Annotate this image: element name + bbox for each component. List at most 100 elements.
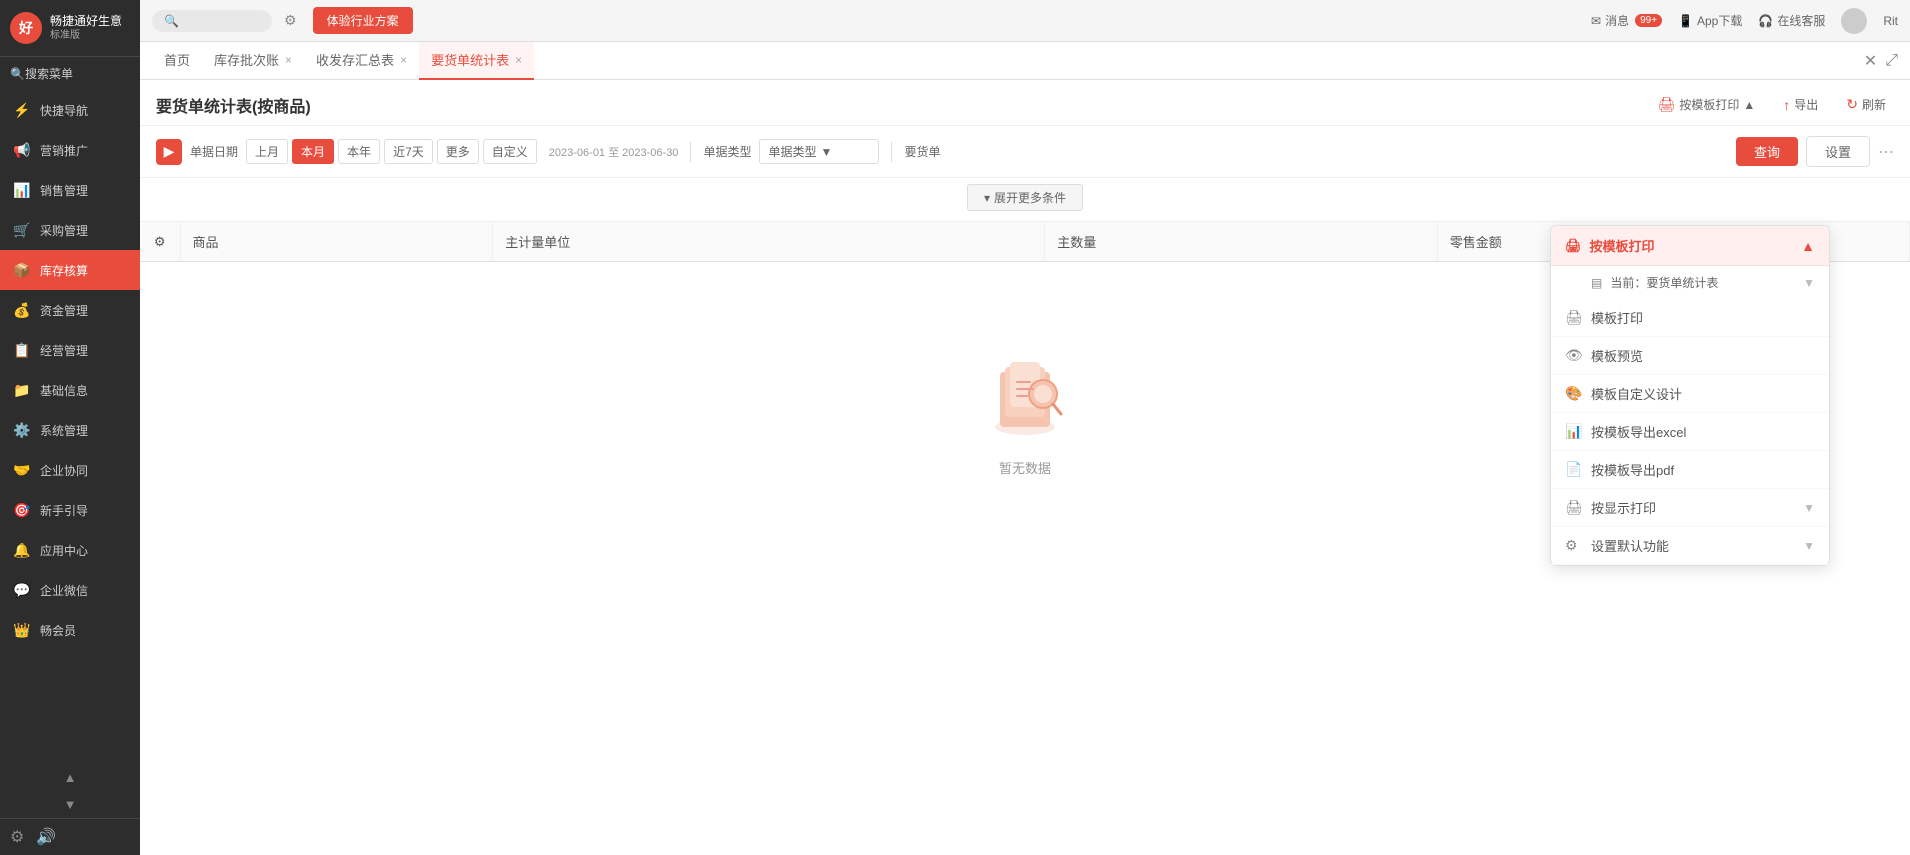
dropdown-current-item[interactable]: ▤ 当前：要货单统计表 ▼ [1551, 266, 1829, 299]
sidebar-item-enterprise[interactable]: 🤝 企业协同 [0, 450, 140, 490]
chevron-down-icon: ▼ [820, 145, 832, 159]
template-preview-icon: 👁 [1565, 347, 1581, 364]
dropdown-item-template-print[interactable]: 🖨 模板打印 [1551, 299, 1829, 337]
dropdown-item-template-excel[interactable]: 📊 按模板导出excel [1551, 413, 1829, 451]
print-header-icon: 🖨 [1565, 238, 1582, 254]
user-avatar[interactable] [1841, 8, 1867, 34]
refresh-btn[interactable]: ↻ 刷新 [1838, 92, 1894, 117]
date-btn-this-year[interactable]: 本年 [338, 139, 380, 164]
app-logo-text: 畅捷通好生意 标准版 [50, 13, 122, 44]
sidebar-logo: 好 畅捷通好生意 标准版 [0, 0, 140, 57]
tab-home[interactable]: 首页 [152, 42, 202, 80]
sidebar-item-member[interactable]: 👑 畅会员 [0, 610, 140, 650]
app-download-btn[interactable]: 📱 App下载 [1678, 12, 1742, 29]
date-btn-last-month[interactable]: 上月 [246, 139, 288, 164]
sidebar-settings-icon[interactable]: ⚙ [10, 827, 24, 847]
template-print-icon: 🖨 [1565, 309, 1581, 326]
tab-close-all-icon[interactable]: ✕ [1864, 51, 1877, 71]
set-default-icon: ⚙ [1565, 537, 1581, 554]
filter-divider2 [891, 142, 892, 162]
sidebar-item-shortcut[interactable]: ⚡ 快捷导航 [0, 90, 140, 130]
main-area: 🔍 ⚙ 体验行业方案 ✉ 消息 99+ 📱 App下载 🎧 在线客服 Rit [140, 0, 1910, 855]
filter-row2: ▾ 展开更多条件 [140, 178, 1910, 222]
page-title: 要货单统计表(按商品) [156, 93, 311, 117]
tab-collection[interactable]: 收发存汇总表 × [304, 42, 419, 80]
printer-icon: 🖨 [1658, 96, 1676, 113]
app-download-icon: 📱 [1678, 14, 1693, 28]
col-goods: 商品 [180, 222, 493, 262]
template-pdf-icon: 📄 [1565, 461, 1581, 478]
messages-badge: 99+ [1635, 14, 1662, 27]
sidebar-item-marketing[interactable]: 📢 营销推广 [0, 130, 140, 170]
top-bar: 🔍 ⚙ 体验行业方案 ✉ 消息 99+ 📱 App下载 🎧 在线客服 Rit [140, 0, 1910, 42]
sidebar-item-wechat[interactable]: 💬 企业微信 [0, 570, 140, 610]
col-unit: 主计量单位 [493, 222, 1045, 262]
expand-more-icon: ▾ [984, 191, 990, 205]
date-buttons: 上月 本月 本年 近7天 更多 自定义 [246, 139, 537, 164]
date-btn-7days[interactable]: 近7天 [384, 139, 433, 164]
dropdown-item-template-preview[interactable]: 👁 模板预览 [1551, 337, 1829, 375]
sidebar-item-finance[interactable]: 💰 资金管理 [0, 290, 140, 330]
date-btn-custom[interactable]: 自定义 [483, 139, 537, 164]
tab-batch[interactable]: 库存批次账 × [202, 42, 304, 80]
sidebar-search-item[interactable]: 🔍 搜索菜单 [0, 57, 140, 90]
messages-btn[interactable]: ✉ 消息 99+ [1591, 12, 1662, 29]
sidebar-item-system[interactable]: ⚙️ 系统管理 [0, 410, 140, 450]
type-select[interactable]: 单据类型 ▼ [759, 139, 879, 164]
current-expand-icon: ▼ [1803, 276, 1815, 290]
print-dropdown-icon: ▲ [1743, 98, 1755, 112]
sidebar-item-basic[interactable]: 📁 基础信息 [0, 370, 140, 410]
tab-collection-close[interactable]: × [400, 53, 407, 67]
sidebar-item-sales[interactable]: 📊 销售管理 [0, 170, 140, 210]
top-bar-right: ✉ 消息 99+ 📱 App下载 🎧 在线客服 Rit [1591, 8, 1898, 34]
tab-order-stats-close[interactable]: × [515, 53, 522, 67]
sidebar-sound-icon[interactable]: 🔊 [36, 827, 56, 847]
page-header: 要货单统计表(按商品) 🖨 按模板打印 ▲ ↑ 导出 ↻ 刷新 [140, 80, 1910, 126]
col-quantity: 主数量 [1045, 222, 1438, 262]
sidebar-item-inventory[interactable]: 📦 库存核算 [0, 250, 140, 290]
print-dropdown-menu: 🖨 按模板打印 ▲ ▤ 当前：要货单统计表 ▼ 🖨 模板打印 👁 模板预览 🎨 [1550, 225, 1830, 566]
tab-bar: 首页 库存批次账 × 收发存汇总表 × 要货单统计表 × ✕ ⤢ [140, 42, 1910, 80]
date-btn-more[interactable]: 更多 [437, 139, 479, 164]
settings-icon[interactable]: ⚙ [284, 12, 297, 29]
expand-more-btn[interactable]: ▾ 展开更多条件 [967, 184, 1083, 211]
query-btn[interactable]: 查询 [1736, 137, 1798, 166]
sidebar-nav: ⚡ 快捷导航 📢 营销推广 📊 销售管理 🛒 采购管理 📦 库存核算 💰 资金管… [0, 90, 140, 764]
dropdown-item-template-design[interactable]: 🎨 模板自定义设计 [1551, 375, 1829, 413]
print-template-btn[interactable]: 🖨 按模板打印 ▲ [1650, 92, 1764, 117]
date-btn-this-month[interactable]: 本月 [292, 139, 334, 164]
dropdown-section-display-print[interactable]: 🖨 按显示打印 ▼ [1551, 489, 1829, 527]
tab-batch-close[interactable]: × [285, 53, 292, 67]
sidebar-item-newbie[interactable]: 🎯 新手引导 [0, 490, 140, 530]
filter-toggle-btn[interactable]: ▶ [156, 139, 182, 165]
date-range-display: 2023-06-01 至 2023-06-30 [549, 144, 679, 160]
template-design-icon: 🎨 [1565, 385, 1581, 402]
filter-row: ▶ 单据日期 上月 本月 本年 近7天 更多 自定义 2023-06-01 至 … [140, 126, 1910, 178]
sidebar-item-operations[interactable]: 📋 经营管理 [0, 330, 140, 370]
col-settings[interactable]: ⚙ [140, 222, 180, 262]
export-btn[interactable]: ↑ 导出 [1775, 92, 1826, 117]
sidebar-scroll-up[interactable]: ▲ [0, 764, 140, 791]
customer-service-btn[interactable]: 🎧 在线客服 [1758, 12, 1825, 29]
refresh-icon: ↻ [1846, 96, 1858, 113]
page-content: 要货单统计表(按商品) 🖨 按模板打印 ▲ ↑ 导出 ↻ 刷新 ▶ [140, 80, 1910, 855]
sidebar-item-purchase[interactable]: 🛒 采购管理 [0, 210, 140, 250]
tab-order-stats[interactable]: 要货单统计表 × [419, 42, 534, 80]
dropdown-header[interactable]: 🖨 按模板打印 ▲ [1551, 226, 1829, 266]
tab-maximize-icon[interactable]: ⤢ [1885, 52, 1898, 70]
display-print-arrow: ▼ [1803, 501, 1815, 515]
more-actions-icon[interactable]: ⋯ [1878, 142, 1894, 162]
dropdown-collapse-icon[interactable]: ▲ [1801, 238, 1815, 254]
industry-btn[interactable]: 体验行业方案 [313, 7, 413, 34]
app-logo-icon: 好 [10, 12, 42, 44]
user-name: Rit [1883, 14, 1898, 28]
dropdown-item-template-pdf[interactable]: 📄 按模板导出pdf [1551, 451, 1829, 489]
sidebar-item-appstore[interactable]: 🔔 应用中心 [0, 530, 140, 570]
settings-table-btn[interactable]: 设置 [1806, 136, 1870, 167]
messages-icon: ✉ [1591, 14, 1601, 28]
dropdown-section-set-default[interactable]: ⚙ 设置默认功能 ▼ [1551, 527, 1829, 565]
global-search[interactable]: 🔍 [152, 10, 272, 32]
headset-icon: 🎧 [1758, 14, 1773, 28]
top-bar-icons: ⚙ [284, 12, 297, 29]
sidebar-scroll-down[interactable]: ▼ [0, 791, 140, 818]
